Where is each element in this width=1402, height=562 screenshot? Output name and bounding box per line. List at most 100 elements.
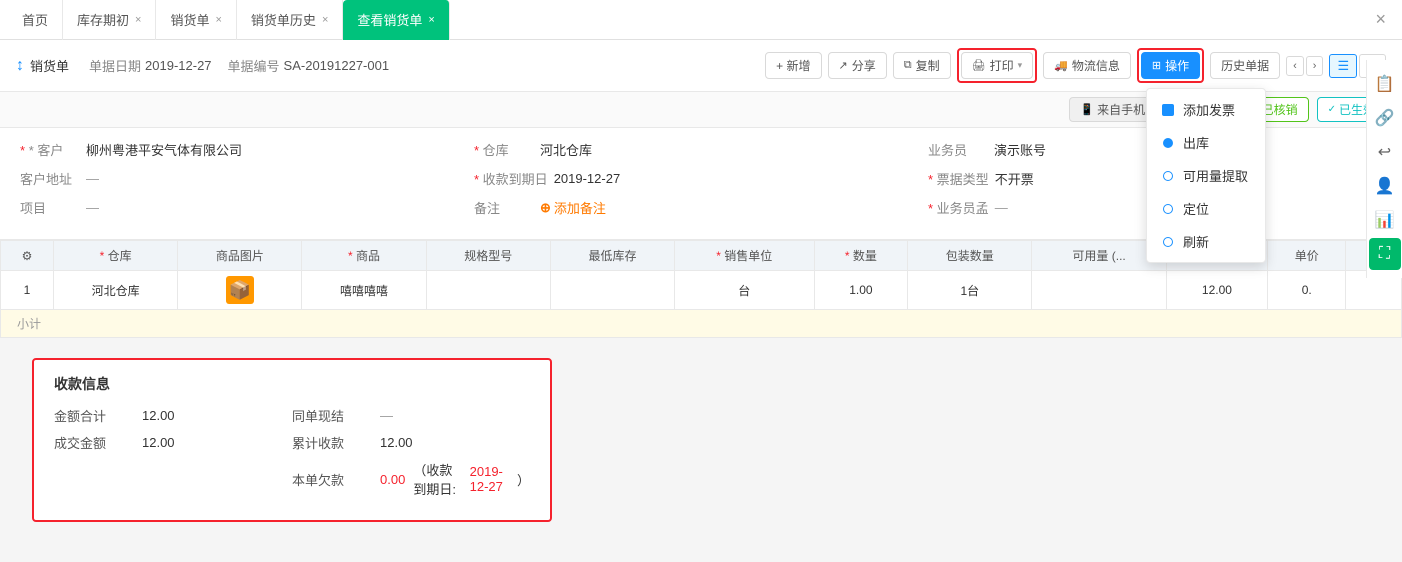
- col-unit: * 销售单位: [675, 241, 815, 271]
- add-button-label: + 新增: [776, 57, 810, 74]
- doc-date-value: 2019-12-27: [145, 58, 212, 73]
- menu-item-outbound[interactable]: 出库: [1147, 126, 1265, 159]
- from-phone-button[interactable]: 📱 来自手机: [1069, 97, 1156, 122]
- sidebar-icon-return[interactable]: ↩: [1369, 136, 1401, 168]
- menu-item-available-extract-label: 可用量提取: [1183, 166, 1248, 185]
- customer-label: * * 客户: [20, 140, 80, 159]
- main-content: ↕ 销货单 单据日期 2019-12-27 单据编号 SA-20191227-0…: [0, 40, 1402, 562]
- owed-field: 本单欠款 0.00 （收款到期日: 2019-12-27 ）: [292, 460, 530, 498]
- doc-meta: 单据日期 2019-12-27 单据编号 SA-20191227-001: [89, 56, 389, 75]
- address-field: 客户地址 —: [20, 169, 474, 188]
- already-written-off-label: 已核销: [1262, 101, 1298, 118]
- share-button-label: 分享: [852, 57, 876, 74]
- menu-item-add-invoice[interactable]: 添加发票: [1147, 93, 1265, 126]
- copy-button[interactable]: ⧉ 复制: [893, 52, 951, 79]
- tab-inventory-label: 库存期初: [77, 10, 129, 29]
- menu-item-refresh[interactable]: 刷新: [1147, 225, 1265, 258]
- customer-label-text: * 客户: [29, 143, 64, 158]
- menu-item-locate[interactable]: 定位: [1147, 192, 1265, 225]
- row-spec: [426, 271, 550, 310]
- operation-button[interactable]: ⊞ 操作: [1141, 52, 1200, 79]
- print-button-label: 打印: [990, 57, 1014, 74]
- print-button[interactable]: 🖨 打印 ▾: [961, 52, 1034, 79]
- tab-view-sales[interactable]: 查看销货单 ×: [343, 0, 449, 40]
- transaction-amount-label: 成交金额: [54, 433, 134, 452]
- sales-rep-label: * 业务员孟: [928, 198, 989, 217]
- ticket-type-value: 不开票: [995, 169, 1034, 188]
- staff-value: 演示账号: [994, 140, 1046, 159]
- tab-inventory-close[interactable]: ×: [135, 14, 141, 26]
- menu-item-outbound-label: 出库: [1183, 133, 1209, 152]
- add-button[interactable]: + 新增: [765, 52, 821, 79]
- col-gear[interactable]: ⚙: [1, 241, 54, 271]
- tab-inventory[interactable]: 库存期初 ×: [63, 0, 156, 40]
- history-button[interactable]: 历史单据: [1210, 52, 1280, 79]
- sidebar-icon-expand[interactable]: ⛶: [1369, 238, 1401, 270]
- nav-arrows: ‹ ›: [1286, 56, 1323, 76]
- doc-type-icon: ↕: [16, 57, 24, 75]
- row-pack-qty: 1台: [908, 271, 1032, 310]
- owed-note: （收款到期日:: [413, 460, 461, 498]
- refresh-icon: [1161, 235, 1175, 249]
- payment-row-2: 成交金额 12.00 累计收款 12.00: [54, 433, 530, 452]
- menu-item-refresh-label: 刷新: [1183, 232, 1209, 251]
- doc-type-label: 销货单: [30, 56, 69, 75]
- owed-close: ）: [517, 470, 530, 489]
- col-spec: 规格型号: [426, 241, 550, 271]
- tab-view-sales-close[interactable]: ×: [428, 14, 434, 26]
- same-order-field: 同单现结 —: [292, 406, 530, 425]
- payment-section: 收款信息 金额合计 12.00 同单现结 — 成交金额 12.00 累计收款: [32, 358, 552, 522]
- col-pack-qty: 包装数量: [908, 241, 1032, 271]
- tab-sales-history[interactable]: 销货单历史 ×: [237, 0, 343, 40]
- row-current-stock: 12.00: [1166, 271, 1267, 310]
- col-product-img: 商品图片: [178, 241, 302, 271]
- ticket-type-label: * 票据类型: [928, 169, 989, 188]
- amount-total-field: 金额合计 12.00: [54, 406, 292, 425]
- menu-item-add-invoice-label: 添加发票: [1183, 100, 1235, 119]
- payment-date-value: 2019-12-27: [554, 171, 621, 186]
- share-button[interactable]: ↗ 分享: [828, 52, 887, 79]
- product-thumbnail: 📦: [226, 276, 254, 304]
- customer-field: * * 客户 柳州粤港平安气体有限公司: [20, 140, 474, 159]
- add-note-button[interactable]: ⊕ 添加备注: [540, 198, 606, 217]
- tab-sales[interactable]: 销货单 ×: [156, 0, 236, 40]
- amount-total-label: 金额合计: [54, 406, 134, 425]
- add-note-label: 添加备注: [554, 198, 606, 217]
- staff-label: 业务员: [928, 140, 988, 159]
- subtotal-label: 小计: [1, 310, 1402, 338]
- tab-sales-history-close[interactable]: ×: [322, 14, 328, 26]
- logistics-button[interactable]: 🚚 物流信息: [1043, 52, 1131, 79]
- row-warehouse: 河北仓库: [54, 271, 178, 310]
- amount-total-value: 12.00: [142, 408, 175, 423]
- tab-home[interactable]: 首页: [8, 0, 63, 40]
- tab-view-sales-label: 查看销货单: [357, 10, 422, 29]
- prev-button[interactable]: ‹: [1286, 56, 1304, 76]
- window-close-button[interactable]: ×: [1367, 9, 1394, 30]
- list-view-button[interactable]: ☰: [1329, 54, 1357, 78]
- warehouse-field: * 仓库 河北仓库: [474, 140, 928, 159]
- subtotal-row: 小计: [1, 310, 1402, 338]
- col-quantity: * 数量: [814, 241, 908, 271]
- sidebar-icon-chart[interactable]: 📊: [1369, 204, 1401, 236]
- sidebar-icon-user[interactable]: 👤: [1369, 170, 1401, 202]
- print-button-wrapper: 🖨 打印 ▾: [957, 48, 1038, 83]
- payment-date-label: * 收款到期日: [474, 169, 548, 188]
- row-available: [1032, 271, 1166, 310]
- payment-title: 收款信息: [54, 374, 530, 394]
- owed-value: 0.00: [380, 472, 405, 487]
- row-quantity: 1.00: [814, 271, 908, 310]
- tab-sales-label: 销货单: [170, 10, 209, 29]
- tab-sales-history-label: 销货单历史: [251, 10, 316, 29]
- next-button[interactable]: ›: [1306, 56, 1324, 76]
- tab-sales-close[interactable]: ×: [215, 14, 221, 26]
- cumulative-payment-field: 累计收款 12.00: [292, 433, 530, 452]
- sidebar-icon-doc[interactable]: 📋: [1369, 68, 1401, 100]
- add-note-plus-icon: ⊕: [540, 200, 551, 216]
- table-row: 1 河北仓库 📦 嘻嘻嘻嘻 台 1.00 1台 12.00 0.: [1, 271, 1402, 310]
- row-product: 嘻嘻嘻嘻: [302, 271, 426, 310]
- sidebar-icon-link[interactable]: 🔗: [1369, 102, 1401, 134]
- note-field: 备注 ⊕ 添加备注: [474, 198, 928, 217]
- menu-item-available-extract[interactable]: 可用量提取: [1147, 159, 1265, 192]
- available-extract-icon: [1161, 169, 1175, 183]
- history-button-label: 历史单据: [1221, 57, 1269, 74]
